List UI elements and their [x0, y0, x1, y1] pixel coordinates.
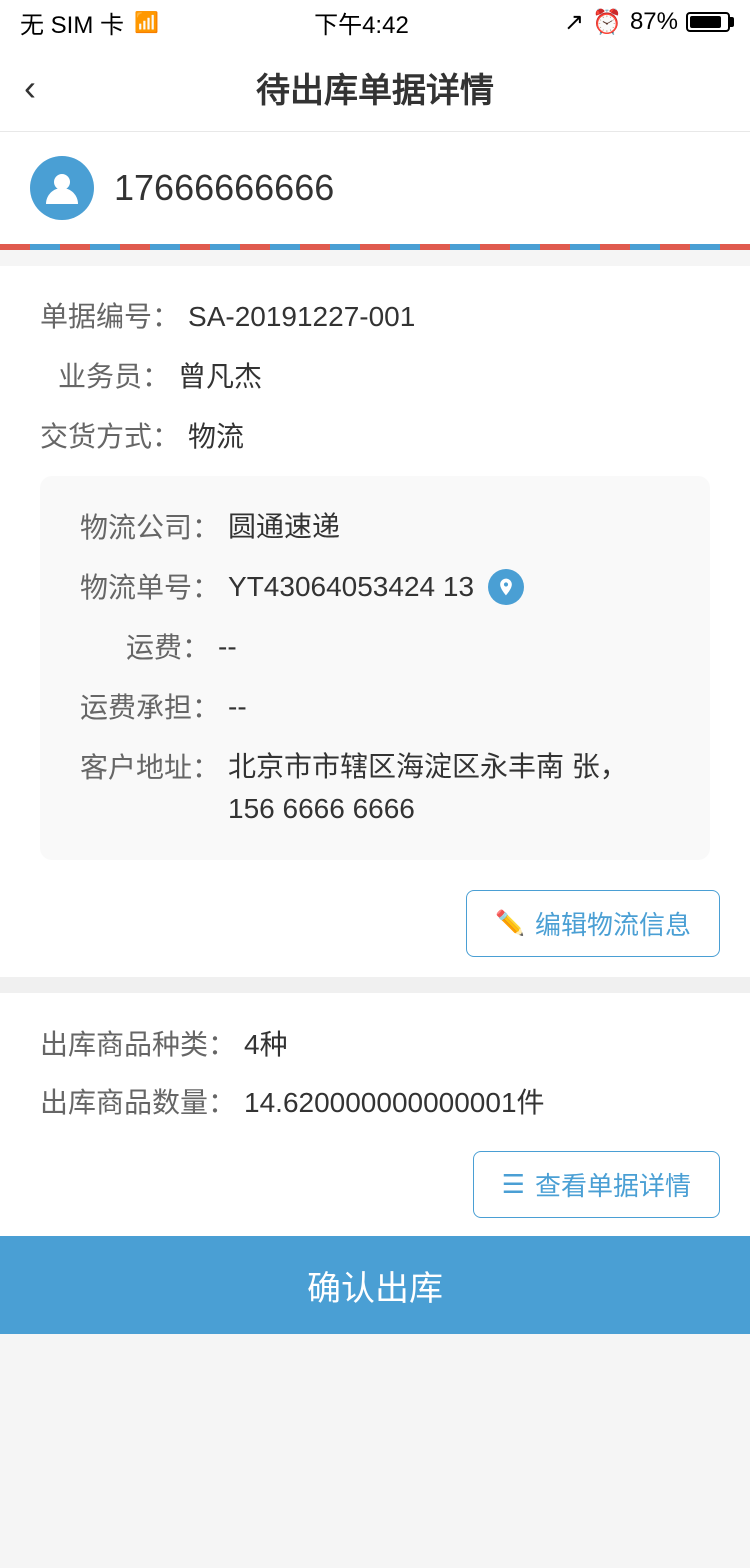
view-btn-row: ☰ 查看单据详情 [0, 1151, 750, 1248]
logistics-tracking-number: YT43064053424 13 [228, 566, 474, 608]
view-detail-label: 查看单据详情 [535, 1166, 691, 1203]
back-button[interactable]: ‹ [24, 67, 36, 109]
wifi-icon: 📶 [134, 10, 159, 35]
product-quantity-value: 14.620000000000001件 [244, 1081, 545, 1121]
product-quantity-label: 出库商品数量： [40, 1081, 236, 1121]
logistics-card: 物流公司： 圆通速递 物流单号： YT43064053424 13 运费： -- [40, 476, 710, 860]
battery-text: 87% [630, 8, 678, 36]
dashed-divider [0, 244, 750, 250]
salesman-value: 曾凡杰 [178, 356, 710, 398]
carrier-text: 无 SIM 卡 [20, 5, 124, 40]
salesman-label: 业务员： [40, 356, 170, 398]
alarm-icon: ⏰ [592, 8, 622, 37]
view-detail-button[interactable]: ☰ 查看单据详情 [473, 1151, 720, 1218]
section-divider [0, 977, 750, 993]
edit-btn-row: ✏️ 编辑物流信息 [0, 890, 750, 977]
nav-bar: ‹ 待出库单据详情 [0, 44, 750, 132]
page-title: 待出库单据详情 [256, 63, 494, 112]
logistics-tracking-row: 物流单号： YT43064053424 13 [80, 566, 670, 608]
logistics-tracking-label: 物流单号： [80, 566, 220, 606]
user-phone: 17666666666 [114, 167, 334, 209]
logistics-company-value: 圆通速递 [228, 506, 670, 548]
view-detail-icon: ☰ [502, 1169, 525, 1200]
status-left: 无 SIM 卡 📶 [20, 5, 159, 40]
salesman-row: 业务员： 曾凡杰 [40, 356, 710, 398]
logistics-company-label: 物流公司： [80, 506, 220, 546]
freight-bear-row: 运费承担： -- [80, 686, 670, 728]
freight-row: 运费： -- [80, 626, 670, 668]
product-types-label: 出库商品种类： [40, 1023, 236, 1063]
status-time: 下午4:42 [314, 5, 409, 40]
address-label: 客户地址： [80, 746, 220, 786]
edit-icon: ✏️ [495, 909, 525, 938]
confirm-button[interactable]: 确认出库 [0, 1236, 750, 1334]
product-types-value: 4种 [244, 1023, 288, 1063]
delivery-row: 交货方式： 物流 [40, 416, 710, 458]
main-content: 17666666666 单据编号： SA-20191227-001 业务员： 曾… [0, 132, 750, 1568]
edit-btn-label: 编辑物流信息 [535, 905, 691, 942]
track-location-button[interactable] [488, 569, 524, 605]
product-quantity-row: 出库商品数量： 14.620000000000001件 [40, 1081, 710, 1121]
user-icon [42, 168, 82, 208]
status-bar: 无 SIM 卡 📶 下午4:42 ↗ ⏰ 87% [0, 0, 750, 44]
delivery-value: 物流 [188, 416, 710, 458]
address-row: 客户地址： 北京市市辖区海淀区永丰南 张，156 6666 6666 [80, 746, 670, 830]
freight-bear-value: -- [228, 686, 670, 728]
order-no-row: 单据编号： SA-20191227-001 [40, 296, 710, 338]
freight-label: 运费： [80, 626, 210, 666]
logistics-company-row: 物流公司： 圆通速递 [80, 506, 670, 548]
order-no-value: SA-20191227-001 [188, 296, 710, 338]
location-status-icon: ↗ [564, 8, 584, 37]
edit-logistics-button[interactable]: ✏️ 编辑物流信息 [466, 890, 720, 957]
freight-bear-label: 运费承担： [80, 686, 220, 726]
avatar [30, 156, 94, 220]
freight-value: -- [218, 626, 670, 668]
battery-icon [686, 12, 730, 32]
product-types-row: 出库商品种类： 4种 [40, 1023, 710, 1063]
order-info-section: 单据编号： SA-20191227-001 业务员： 曾凡杰 交货方式： 物流 … [0, 266, 750, 890]
product-section: 出库商品种类： 4种 出库商品数量： 14.620000000000001件 [0, 993, 750, 1151]
map-pin-icon [496, 577, 516, 597]
status-right: ↗ ⏰ 87% [564, 8, 730, 37]
confirm-btn-label: 确认出库 [307, 1261, 443, 1310]
logistics-tracking-value-container: YT43064053424 13 [228, 566, 670, 608]
delivery-label: 交货方式： [40, 416, 180, 458]
user-section: 17666666666 [0, 132, 750, 244]
address-value: 北京市市辖区海淀区永丰南 张，156 6666 6666 [228, 746, 670, 830]
order-no-label: 单据编号： [40, 296, 180, 338]
